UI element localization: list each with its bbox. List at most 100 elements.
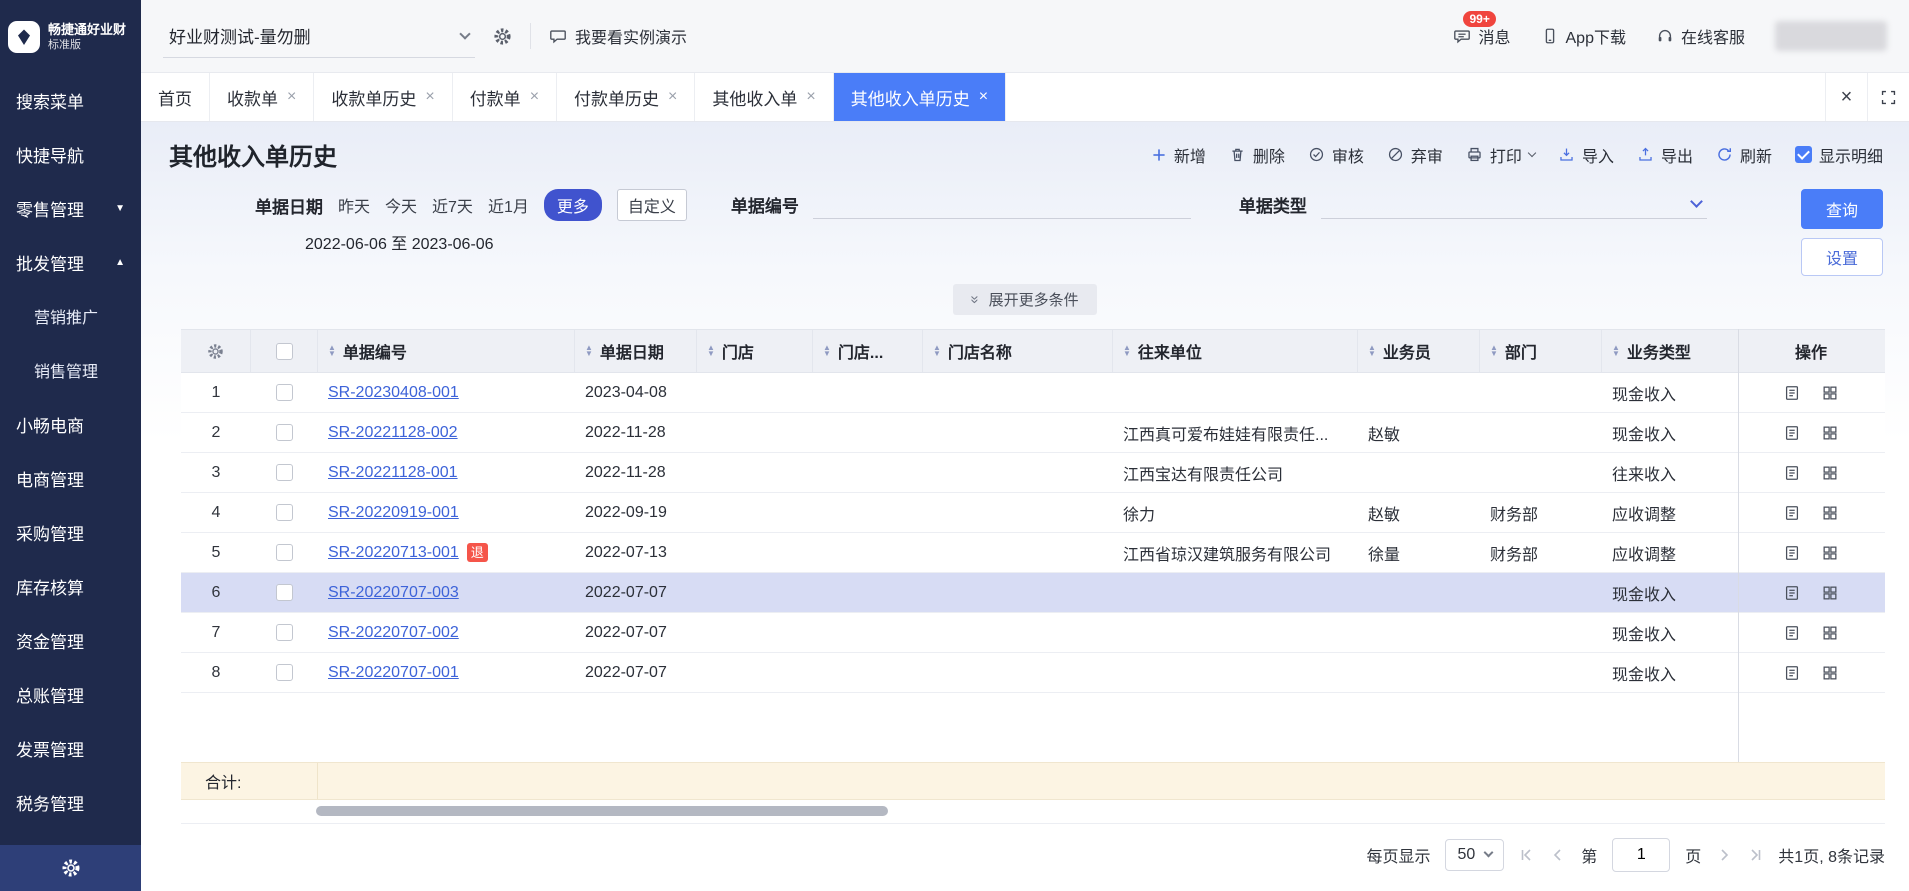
- app-download-button[interactable]: App下载: [1541, 24, 1626, 48]
- table-row[interactable]: 2 SR-20221128-002 2022-11-28 江西真可爱布娃娃有限责…: [181, 413, 1885, 453]
- view-doc-icon[interactable]: [1783, 464, 1801, 482]
- query-button[interactable]: 查询: [1800, 189, 1883, 229]
- prev-page-button[interactable]: [1550, 847, 1566, 863]
- column-header-store2[interactable]: ▲ ▼ 门店...: [813, 330, 923, 372]
- table-row[interactable]: 8 SR-20220707-001 2022-07-07 现金收入: [181, 653, 1885, 693]
- column-header-partner[interactable]: ▲ ▼ 往来单位: [1113, 330, 1358, 372]
- column-header-store[interactable]: ▲ ▼ 门店: [697, 330, 813, 372]
- sidebar-menu-item[interactable]: 搜索菜单: [0, 73, 141, 127]
- date-option[interactable]: 更多: [543, 189, 602, 221]
- sort-icon[interactable]: ▲ ▼: [1368, 344, 1376, 358]
- view-doc-icon[interactable]: [1783, 624, 1801, 642]
- view-doc-icon[interactable]: [1783, 384, 1801, 402]
- doc-code-link[interactable]: SR-20220707-001: [328, 664, 459, 682]
- delete-button[interactable]: 删除: [1229, 143, 1285, 167]
- topbar-gear-button[interactable]: [493, 27, 512, 46]
- audit-button[interactable]: 审核: [1308, 143, 1364, 167]
- sidebar-menu-item[interactable]: 税务管理: [0, 775, 141, 829]
- table-row[interactable]: 1 SR-20230408-001 2023-04-08 现金收入: [181, 373, 1885, 413]
- expand-more-button[interactable]: » 展开更多条件: [953, 284, 1097, 315]
- date-option[interactable]: 近1月: [488, 193, 529, 217]
- sidebar-settings-button[interactable]: [0, 845, 141, 891]
- date-option[interactable]: 今天: [385, 193, 417, 217]
- row-checkbox[interactable]: [251, 533, 318, 572]
- related-docs-icon[interactable]: [1821, 464, 1839, 482]
- sort-icon[interactable]: ▲ ▼: [933, 344, 941, 358]
- row-checkbox[interactable]: [251, 573, 318, 612]
- refresh-button[interactable]: 刷新: [1716, 143, 1772, 167]
- first-page-button[interactable]: [1519, 847, 1535, 863]
- column-header-salesman[interactable]: ▲ ▼ 业务员: [1358, 330, 1480, 372]
- related-docs-icon[interactable]: [1821, 624, 1839, 642]
- sort-icon[interactable]: ▲ ▼: [1612, 344, 1620, 358]
- export-button[interactable]: 导出: [1637, 143, 1693, 167]
- doc-code-link[interactable]: SR-20220919-001: [328, 504, 459, 522]
- demo-link[interactable]: 我要看实例演示: [549, 24, 687, 48]
- sort-icon[interactable]: ▲ ▼: [328, 344, 336, 358]
- related-docs-icon[interactable]: [1821, 664, 1839, 682]
- company-select[interactable]: 好业财测试-量勿删: [163, 14, 475, 58]
- sidebar-menu-item[interactable]: 小畅电商: [0, 397, 141, 451]
- doc-code-link[interactable]: SR-20220707-003: [328, 584, 459, 602]
- table-column-settings-button[interactable]: [181, 330, 251, 372]
- sort-icon[interactable]: ▲ ▼: [707, 344, 715, 358]
- sort-icon[interactable]: ▲ ▼: [585, 344, 593, 358]
- tab-close-icon[interactable]: ×: [668, 89, 677, 105]
- view-doc-icon[interactable]: [1783, 544, 1801, 562]
- sidebar-menu-item[interactable]: 销售管理: [0, 343, 141, 397]
- page-number-input[interactable]: [1612, 837, 1671, 872]
- column-header-biz-type[interactable]: ▲ ▼ 业务类型: [1602, 330, 1739, 372]
- document-tab[interactable]: 首页 ×: [141, 73, 210, 121]
- column-header-doc-date[interactable]: ▲ ▼ 单据日期: [575, 330, 697, 372]
- print-button[interactable]: 打印: [1466, 143, 1537, 167]
- checkbox-checked-icon[interactable]: [1794, 146, 1812, 163]
- row-checkbox[interactable]: [251, 413, 318, 452]
- document-tab[interactable]: 其他收入单 ×: [695, 73, 834, 121]
- view-doc-icon[interactable]: [1783, 664, 1801, 682]
- sidebar-menu-item[interactable]: 发票管理: [0, 721, 141, 775]
- sidebar-menu-item[interactable]: 资金管理: [0, 613, 141, 667]
- tab-close-icon[interactable]: ×: [287, 89, 296, 105]
- user-account-menu[interactable]: [1775, 21, 1887, 51]
- row-checkbox[interactable]: [251, 613, 318, 652]
- sidebar-menu-item[interactable]: 批发管理 ▲: [0, 235, 141, 289]
- show-detail-toggle[interactable]: 显示明细: [1794, 143, 1883, 167]
- settings-button[interactable]: 设置: [1800, 238, 1883, 276]
- doc-code-link[interactable]: SR-20230408-001: [328, 384, 459, 402]
- document-tab[interactable]: 其他收入单历史 ×: [833, 73, 1007, 121]
- table-row[interactable]: 7 SR-20220707-002 2022-07-07 现金收入: [181, 613, 1885, 653]
- doc-type-select[interactable]: [1320, 189, 1707, 219]
- column-header-dept[interactable]: ▲ ▼ 部门: [1480, 330, 1602, 372]
- per-page-select[interactable]: 50: [1445, 838, 1505, 871]
- date-option[interactable]: 昨天: [338, 193, 370, 217]
- doc-code-link[interactable]: SR-20220707-002: [328, 624, 459, 642]
- add-button[interactable]: 新增: [1151, 143, 1206, 167]
- sidebar-menu-item[interactable]: 营销推广: [0, 289, 141, 343]
- related-docs-icon[interactable]: [1821, 424, 1839, 442]
- row-checkbox[interactable]: [251, 493, 318, 532]
- date-option[interactable]: 自定义: [616, 189, 687, 221]
- related-docs-icon[interactable]: [1821, 504, 1839, 522]
- close-tabs-button[interactable]: ×: [1825, 73, 1867, 121]
- tab-close-icon[interactable]: ×: [530, 89, 539, 105]
- online-service-button[interactable]: 在线客服: [1656, 24, 1745, 48]
- sidebar-menu-item[interactable]: 快捷导航: [0, 127, 141, 181]
- table-row[interactable]: 4 SR-20220919-001 2022-09-19 徐力 赵敏 财务部 应…: [181, 493, 1885, 533]
- column-header-store-name[interactable]: ▲ ▼ 门店名称: [923, 330, 1113, 372]
- sort-icon[interactable]: ▲ ▼: [1490, 344, 1498, 358]
- doc-code-link[interactable]: SR-20221128-001: [328, 464, 458, 482]
- sidebar-menu-item[interactable]: 零售管理 ▼: [0, 181, 141, 235]
- document-tab[interactable]: 收款单 ×: [210, 73, 315, 121]
- tab-close-icon[interactable]: ×: [425, 89, 434, 105]
- messages-button[interactable]: 99+ 消息: [1453, 11, 1511, 48]
- row-checkbox[interactable]: [251, 653, 318, 692]
- column-header-doc-code[interactable]: ▲ ▼ 单据编号: [318, 330, 575, 372]
- view-doc-icon[interactable]: [1783, 504, 1801, 522]
- document-tab[interactable]: 付款单 ×: [453, 73, 558, 121]
- row-checkbox[interactable]: [251, 453, 318, 492]
- row-checkbox[interactable]: [251, 373, 318, 412]
- related-docs-icon[interactable]: [1821, 584, 1839, 602]
- date-option[interactable]: 近7天: [432, 193, 473, 217]
- sidebar-menu-item[interactable]: 库存核算: [0, 559, 141, 613]
- doc-no-input[interactable]: [812, 189, 1191, 219]
